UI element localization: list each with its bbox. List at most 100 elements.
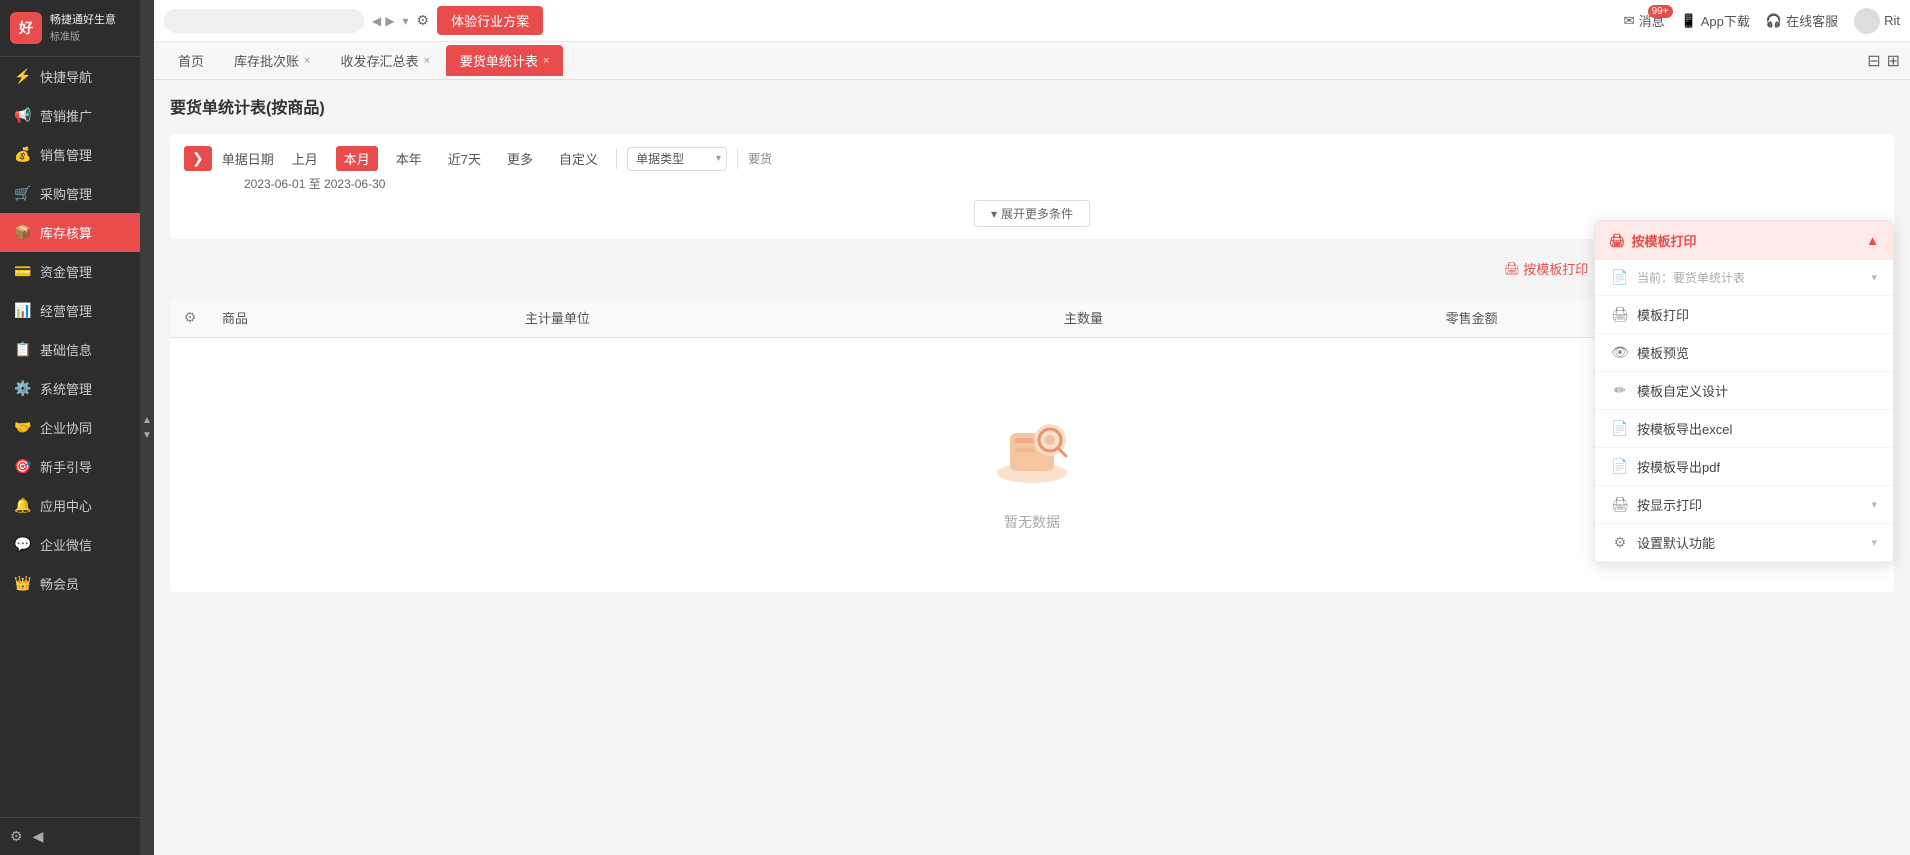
basic-icon: 📋 [14,341,32,359]
page-area: 要货单统计表(按商品) ❯ 单据日期 上月 本月 本年 近7天 更多 自定义 单… [154,80,1910,855]
nav-back-button[interactable]: ◀ [372,14,381,28]
template-preview-item[interactable]: 👁 模板预览 [1595,334,1893,372]
quick-nav-icon: ⚡ [14,68,32,86]
type-select[interactable]: 单据类型 [627,147,727,171]
settings-footer-button[interactable]: ⚙ [10,828,23,845]
scroll-up-button[interactable]: ▲ [142,415,152,426]
sidebar-label-inventory: 库存核算 [40,223,92,242]
filter-collapse-button[interactable]: ❯ [184,146,212,171]
topbar-right-area: ✉ 消息 99+ 📱 App下载 🎧 在线客服 Rit [1624,8,1900,34]
user-avatar[interactable]: Rit [1854,8,1900,34]
tab-order-stats[interactable]: 要货单统计表 × [446,45,563,76]
tabs-bar: 首页库存批次账×收发存汇总表× 要货单统计表 × ⊟ ⊞ [154,42,1910,80]
sidebar-item-quick-nav[interactable]: ⚡ 快捷导航 [0,57,140,96]
sidebar-label-operation: 经营管理 [40,301,92,320]
sidebar-scroll-buttons: ▲ ▼ [140,0,154,855]
app-download-button[interactable]: 📱 App下载 [1681,11,1750,30]
current-template-chevron: ▾ [1871,271,1877,284]
current-template-icon: 📄 [1611,269,1629,286]
tab-minimize-button[interactable]: ⊟ [1867,51,1880,71]
tab-close-receipt-summary[interactable]: × [423,55,429,67]
date-this-month-button[interactable]: 本月 [336,146,378,171]
sidebar-item-member[interactable]: 👑畅会员 [0,564,140,603]
topbar-nav-arrows: ◀ ▶ [372,14,394,28]
sidebar-item-basic[interactable]: 📋基础信息 [0,330,140,369]
date-more-button[interactable]: 更多 [499,146,541,171]
template-custom-icon: ✏ [1611,382,1629,399]
sidebar-item-inventory[interactable]: 📦库存核算 [0,213,140,252]
current-template-left: 📄 当前：要货单统计表 [1611,269,1745,286]
headset-icon: 🎧 [1766,13,1782,29]
expand-filter-button[interactable]: ▾ 展开更多条件 [974,200,1090,227]
topbar-dropdown-button[interactable]: ▾ [402,14,408,28]
current-template-label: 当前：要货单统计表 [1637,269,1745,286]
print-icon: 🖨 [1504,261,1521,277]
col-unit: 主计量单位 [513,298,1052,338]
sidebar-item-sales[interactable]: 💰销售管理 [0,135,140,174]
filter-divider2 [737,149,738,169]
sidebar-item-collab[interactable]: 🤝企业协同 [0,408,140,447]
col-settings-icon[interactable]: ⚙ [184,309,197,325]
print-dropdown-title-area: 🖨 按模板打印 [1609,231,1697,250]
tab-close-order-stats[interactable]: × [543,55,549,67]
tab-close-batch-account[interactable]: × [304,55,310,67]
sidebar-item-marketing[interactable]: 📢营销推广 [0,96,140,135]
tab-home[interactable]: 首页 [164,45,218,76]
operation-icon: 📊 [14,302,32,320]
collab-icon: 🤝 [14,419,32,437]
display-print-label: 按显示打印 [1637,495,1702,514]
wechat-icon: 💬 [14,536,32,554]
filter-divider [616,149,617,169]
purchase-icon: 🛒 [14,185,32,203]
sidebar-item-wechat[interactable]: 💬企业微信 [0,525,140,564]
topbar-search-area [164,9,364,33]
appstore-icon: 🔔 [14,497,32,515]
sidebar-item-finance[interactable]: 💳资金管理 [0,252,140,291]
sidebar-label-quick-nav: 快捷导航 [40,67,92,86]
date-range-display: 2023-06-01 至 2023-06-30 [184,175,1880,192]
sidebar-item-purchase[interactable]: 🛒采购管理 [0,174,140,213]
template-preview-icon: 👁 [1611,344,1629,361]
member-icon: 👑 [14,575,32,593]
tab-batch-account[interactable]: 库存批次账× [220,45,324,76]
topbar-gear-button[interactable]: ⚙ [417,12,430,29]
sidebar-item-appstore[interactable]: 🔔应用中心 [0,486,140,525]
nav-forward-button[interactable]: ▶ [385,14,394,28]
order-category-label: 要货 [748,150,772,167]
message-button[interactable]: ✉ 消息 99+ [1624,11,1665,30]
print-dropdown-collapse-icon[interactable]: ▲ [1866,233,1879,248]
sidebar-item-operation[interactable]: 📊 经营管理 [0,291,140,330]
print-dropdown-title: 按模板打印 [1632,231,1697,250]
sidebar-label-system: 系统管理 [40,379,92,398]
tab-label-order-stats: 要货单统计表 [460,51,538,70]
template-pdf-item[interactable]: 📄 按模板导出pdf [1595,448,1893,486]
template-print-item[interactable]: 🖨 模板打印 [1595,296,1893,334]
display-print-chevron: ▾ [1871,498,1877,511]
scroll-down-button[interactable]: ▼ [142,430,152,441]
date-last-7days-button[interactable]: 近7天 [440,146,489,171]
tab-receipt-summary[interactable]: 收发存汇总表× [326,45,443,76]
current-template-item[interactable]: 📄 当前：要货单统计表 ▾ [1595,260,1893,296]
date-last-month-button[interactable]: 上月 [284,146,326,171]
topbar-search-input[interactable] [164,9,364,33]
app-logo-icon: 好 [10,12,42,44]
empty-image [982,398,1082,498]
default-fn-left: ⚙ 设置默认功能 [1611,533,1715,552]
template-custom-item[interactable]: ✏ 模板自定义设计 [1595,372,1893,410]
template-excel-item[interactable]: 📄 按模板导出excel [1595,410,1893,448]
guide-icon: 🎯 [14,458,32,476]
default-fn-item[interactable]: ⚙ 设置默认功能 ▾ [1595,524,1893,562]
date-custom-button[interactable]: 自定义 [551,146,606,171]
col-gear: ⚙ [170,298,210,338]
online-service-button[interactable]: 🎧 在线客服 [1766,11,1838,30]
sidebar-nav: ⚡ 快捷导航 📢营销推广💰销售管理🛒采购管理📦库存核算💳资金管理 📊 经营管理 📋基础信息… [0,57,140,817]
collapse-footer-button[interactable]: ◀ [33,828,44,845]
tab-maximize-button[interactable]: ⊞ [1887,51,1900,71]
date-this-year-button[interactable]: 本年 [388,146,430,171]
sidebar-item-system[interactable]: ⚙️系统管理 [0,369,140,408]
sales-icon: 💰 [14,146,32,164]
col-qty: 主数量 [1052,298,1434,338]
sidebar-item-guide[interactable]: 🎯新手引导 [0,447,140,486]
display-print-item[interactable]: 🖨 按显示打印 ▾ [1595,486,1893,524]
trial-button[interactable]: 体验行业方案 [437,6,543,35]
